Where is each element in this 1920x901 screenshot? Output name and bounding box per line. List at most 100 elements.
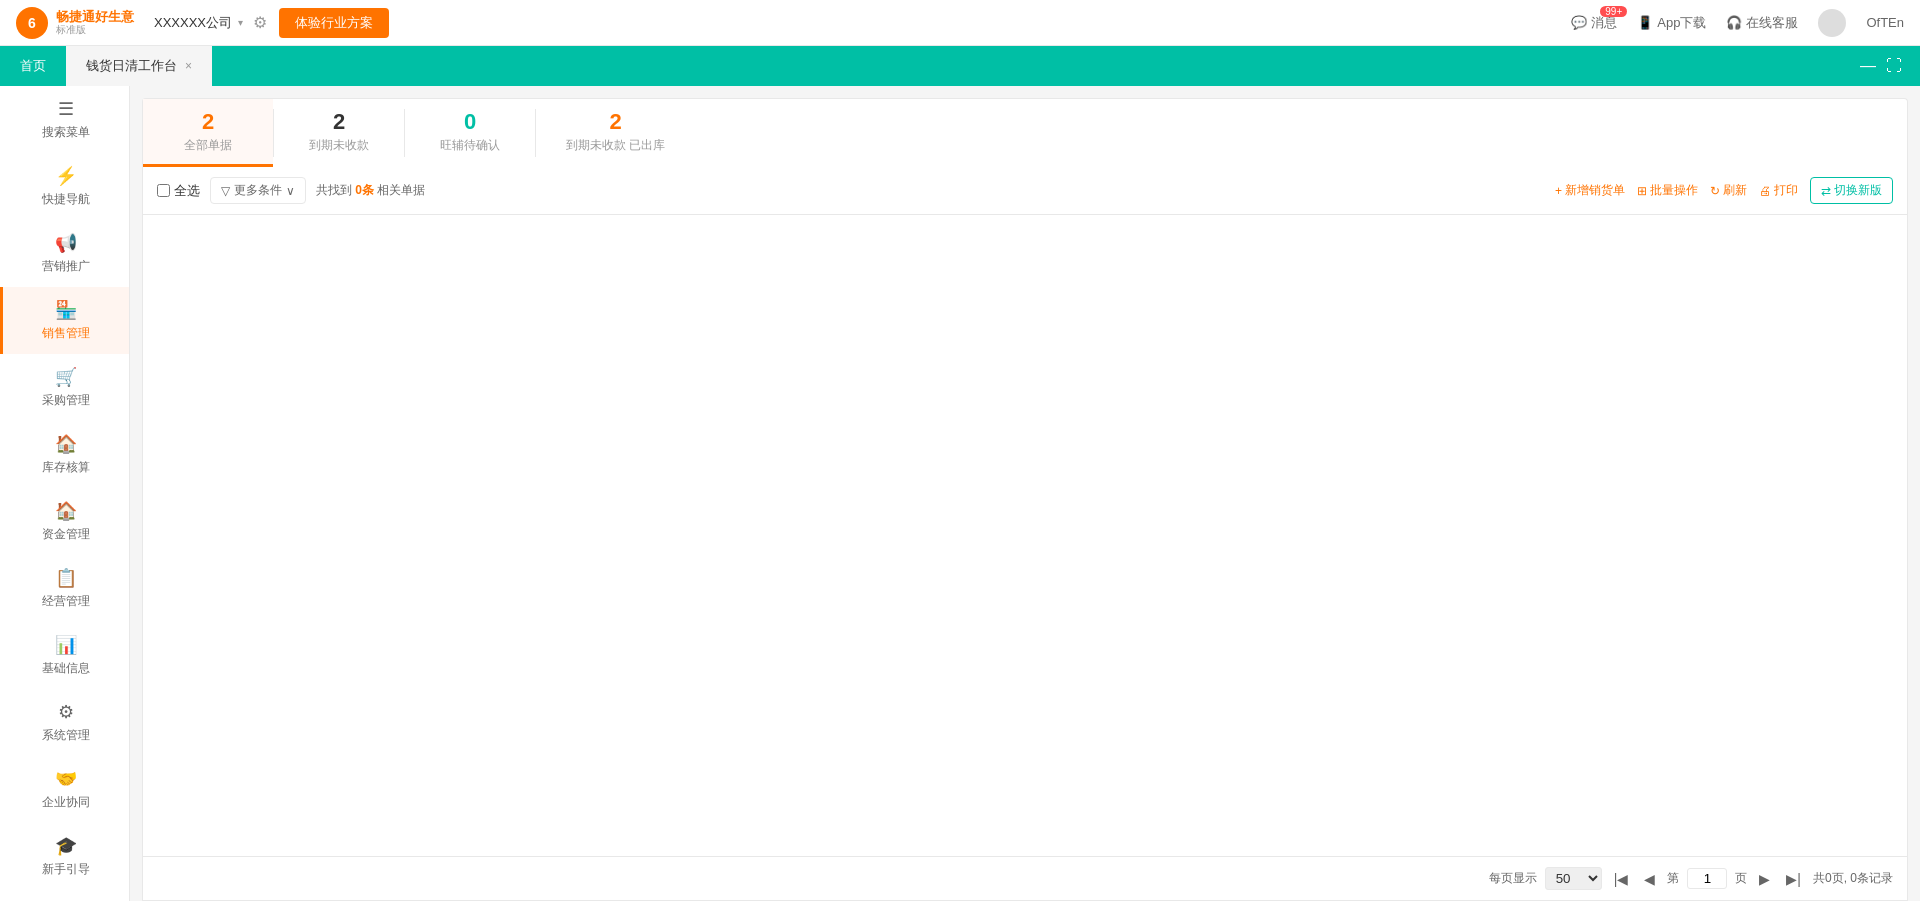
company-selector[interactable]: XXXXXX公司 ▾ — [154, 14, 243, 32]
header-right: 💬 消息 99+ 📱 App下载 🎧 在线客服 OfTEn — [1571, 9, 1904, 37]
page-size-label: 每页显示 — [1489, 870, 1537, 887]
select-all-checkbox[interactable]: 全选 — [157, 182, 200, 200]
settings-icon[interactable]: ⚙ — [253, 13, 267, 32]
refresh-btn-label: 刷新 — [1723, 182, 1747, 199]
first-page-btn[interactable]: |◀ — [1610, 869, 1633, 889]
stat-label-all: 全部单据 — [184, 137, 232, 154]
add-icon: + — [1555, 184, 1562, 198]
top-header: 6 畅捷通好生意 标准版 XXXXXX公司 ▾ ⚙ 体验行业方案 💬 消息 99… — [0, 0, 1920, 46]
close-tab-icon[interactable]: × — [185, 59, 192, 73]
filter-btn[interactable]: ▽ 更多条件 ∨ — [210, 177, 306, 204]
toolbar: 全选 ▽ 更多条件 ∨ 共找到 0条 相关单据 + 新增销货单 — [142, 167, 1908, 215]
tab-controls: — ⛶ — [1850, 57, 1912, 75]
message-badge: 99+ — [1600, 6, 1627, 17]
print-btn[interactable]: 🖨 打印 — [1759, 182, 1798, 199]
filter-chevron-icon: ∨ — [286, 184, 295, 198]
batch-icon: ⊞ — [1637, 184, 1647, 198]
sidebar-item-marketing[interactable]: 📢 营销推广 — [0, 220, 129, 287]
sidebar-item-purchase[interactable]: 🛒 采购管理 — [0, 354, 129, 421]
sidebar-item-guide[interactable]: 🎓 新手引导 — [0, 823, 129, 890]
sys-mgmt-icon: ⚙ — [58, 701, 74, 723]
stat-label-pending: 旺辅待确认 — [440, 137, 500, 154]
add-btn-label: 新增销货单 — [1565, 182, 1625, 199]
sidebar-item-search-menu[interactable]: ☰ 搜索菜单 — [0, 86, 129, 153]
online-service-label: 在线客服 — [1746, 14, 1798, 32]
stat-tab-all[interactable]: 2 全部单据 — [143, 99, 273, 167]
tab-cash-goods[interactable]: 钱货日清工作台 × — [66, 46, 212, 86]
sidebar-item-label: 搜索菜单 — [42, 124, 90, 141]
refresh-btn[interactable]: ↻ 刷新 — [1710, 182, 1747, 199]
logo-main: 畅捷通好生意 — [56, 9, 134, 25]
message-btn[interactable]: 💬 消息 99+ — [1571, 14, 1617, 32]
sidebar-item-operations[interactable]: 📋 经营管理 — [0, 555, 129, 622]
guide-icon: 🎓 — [55, 835, 77, 857]
sidebar-item-label: 系统管理 — [42, 727, 90, 744]
sales-icon: 🏪 — [55, 299, 77, 321]
tab-home[interactable]: 首页 — [0, 46, 66, 86]
main-layout: ☰ 搜索菜单 ⚡ 快捷导航 📢 营销推广 🏪 销售管理 🛒 采购管理 🏠 库存核… — [0, 86, 1920, 901]
add-sales-order-btn[interactable]: + 新增销货单 — [1555, 182, 1625, 199]
page-size-select[interactable]: 50 100 200 — [1545, 867, 1602, 890]
sidebar-item-label: 企业协同 — [42, 794, 90, 811]
sidebar-item-enterprise[interactable]: 🤝 企业协同 — [0, 756, 129, 823]
minimize-icon[interactable]: — — [1860, 57, 1876, 75]
total-info: 共0页, 0条记录 — [1813, 870, 1893, 887]
found-text: 共找到 0条 相关单据 — [316, 182, 425, 199]
sidebar-item-label: 采购管理 — [42, 392, 90, 409]
sidebar-item-basic-info[interactable]: 📊 基础信息 — [0, 622, 129, 689]
purchase-icon: 🛒 — [55, 366, 77, 388]
filter-icon: ▽ — [221, 184, 230, 198]
page-input[interactable] — [1687, 868, 1727, 889]
switch-version-btn[interactable]: ⇄ 切换新版 — [1810, 177, 1893, 204]
page-label: 第 — [1667, 870, 1679, 887]
company-name: XXXXXX公司 — [154, 14, 232, 32]
batch-operation-btn[interactable]: ⊞ 批量操作 — [1637, 182, 1698, 199]
sidebar-item-sys-mgmt[interactable]: ⚙ 系统管理 — [0, 689, 129, 756]
sidebar-item-inventory[interactable]: 🏠 库存核算 — [0, 421, 129, 488]
avatar — [1818, 9, 1846, 37]
next-page-btn[interactable]: ▶ — [1755, 869, 1774, 889]
stat-tab-overdue[interactable]: 2 到期未收款 — [274, 99, 404, 167]
enterprise-icon: 🤝 — [55, 768, 77, 790]
search-menu-icon: ☰ — [58, 98, 74, 120]
sidebar-item-label: 快捷导航 — [42, 191, 90, 208]
stat-tab-pending[interactable]: 0 旺辅待确认 — [405, 99, 535, 167]
experience-btn[interactable]: 体验行业方案 — [279, 8, 389, 38]
stat-tab-overdue-out[interactable]: 2 到期未收款 已出库 — [536, 99, 695, 167]
quick-nav-icon: ⚡ — [55, 165, 77, 187]
select-all-input[interactable] — [157, 184, 170, 197]
app-download-label: App下载 — [1657, 14, 1706, 32]
prev-page-btn[interactable]: ◀ — [1640, 869, 1659, 889]
stat-number-all: 2 — [202, 109, 214, 135]
sidebar-item-finance[interactable]: 🏠 资金管理 — [0, 488, 129, 555]
sidebar-item-label: 经营管理 — [42, 593, 90, 610]
filter-label: 更多条件 — [234, 182, 282, 199]
switch-icon: ⇄ — [1821, 184, 1831, 198]
print-btn-label: 打印 — [1774, 182, 1798, 199]
sidebar-item-app-center[interactable]: 📦 应用中心 — [0, 890, 129, 901]
logo-text: 畅捷通好生意 标准版 — [56, 9, 134, 37]
maximize-icon[interactable]: ⛶ — [1886, 57, 1902, 75]
sidebar-item-label: 营销推广 — [42, 258, 90, 275]
sidebar-item-quick-nav[interactable]: ⚡ 快捷导航 — [0, 153, 129, 220]
select-all-label: 全选 — [174, 182, 200, 200]
app-download-btn[interactable]: 📱 App下载 — [1637, 14, 1706, 32]
toolbar-left: 全选 ▽ 更多条件 ∨ 共找到 0条 相关单据 — [157, 177, 1543, 204]
sidebar-item-label: 销售管理 — [42, 325, 90, 342]
operations-icon: 📋 — [55, 567, 77, 589]
stat-label-overdue-out: 到期未收款 已出库 — [566, 137, 665, 154]
toolbar-right: + 新增销货单 ⊞ 批量操作 ↻ 刷新 🖨 打印 ⇄ 切换新版 — [1555, 177, 1893, 204]
sidebar-item-sales[interactable]: 🏪 销售管理 — [0, 287, 129, 354]
refresh-icon: ↻ — [1710, 184, 1720, 198]
message-icon: 💬 — [1571, 15, 1587, 30]
print-icon: 🖨 — [1759, 184, 1771, 198]
pagination: 每页显示 50 100 200 |◀ ◀ 第 页 ▶ ▶| 共0页, 0条记录 — [142, 857, 1908, 901]
last-page-btn[interactable]: ▶| — [1782, 869, 1805, 889]
online-service-btn[interactable]: 🎧 在线客服 — [1726, 14, 1798, 32]
sidebar: ☰ 搜索菜单 ⚡ 快捷导航 📢 营销推广 🏪 销售管理 🛒 采购管理 🏠 库存核… — [0, 86, 130, 901]
stat-label-overdue: 到期未收款 — [309, 137, 369, 154]
stat-number-overdue-out: 2 — [610, 109, 622, 135]
inventory-icon: 🏠 — [55, 433, 77, 455]
batch-btn-label: 批量操作 — [1650, 182, 1698, 199]
sidebar-item-label: 库存核算 — [42, 459, 90, 476]
